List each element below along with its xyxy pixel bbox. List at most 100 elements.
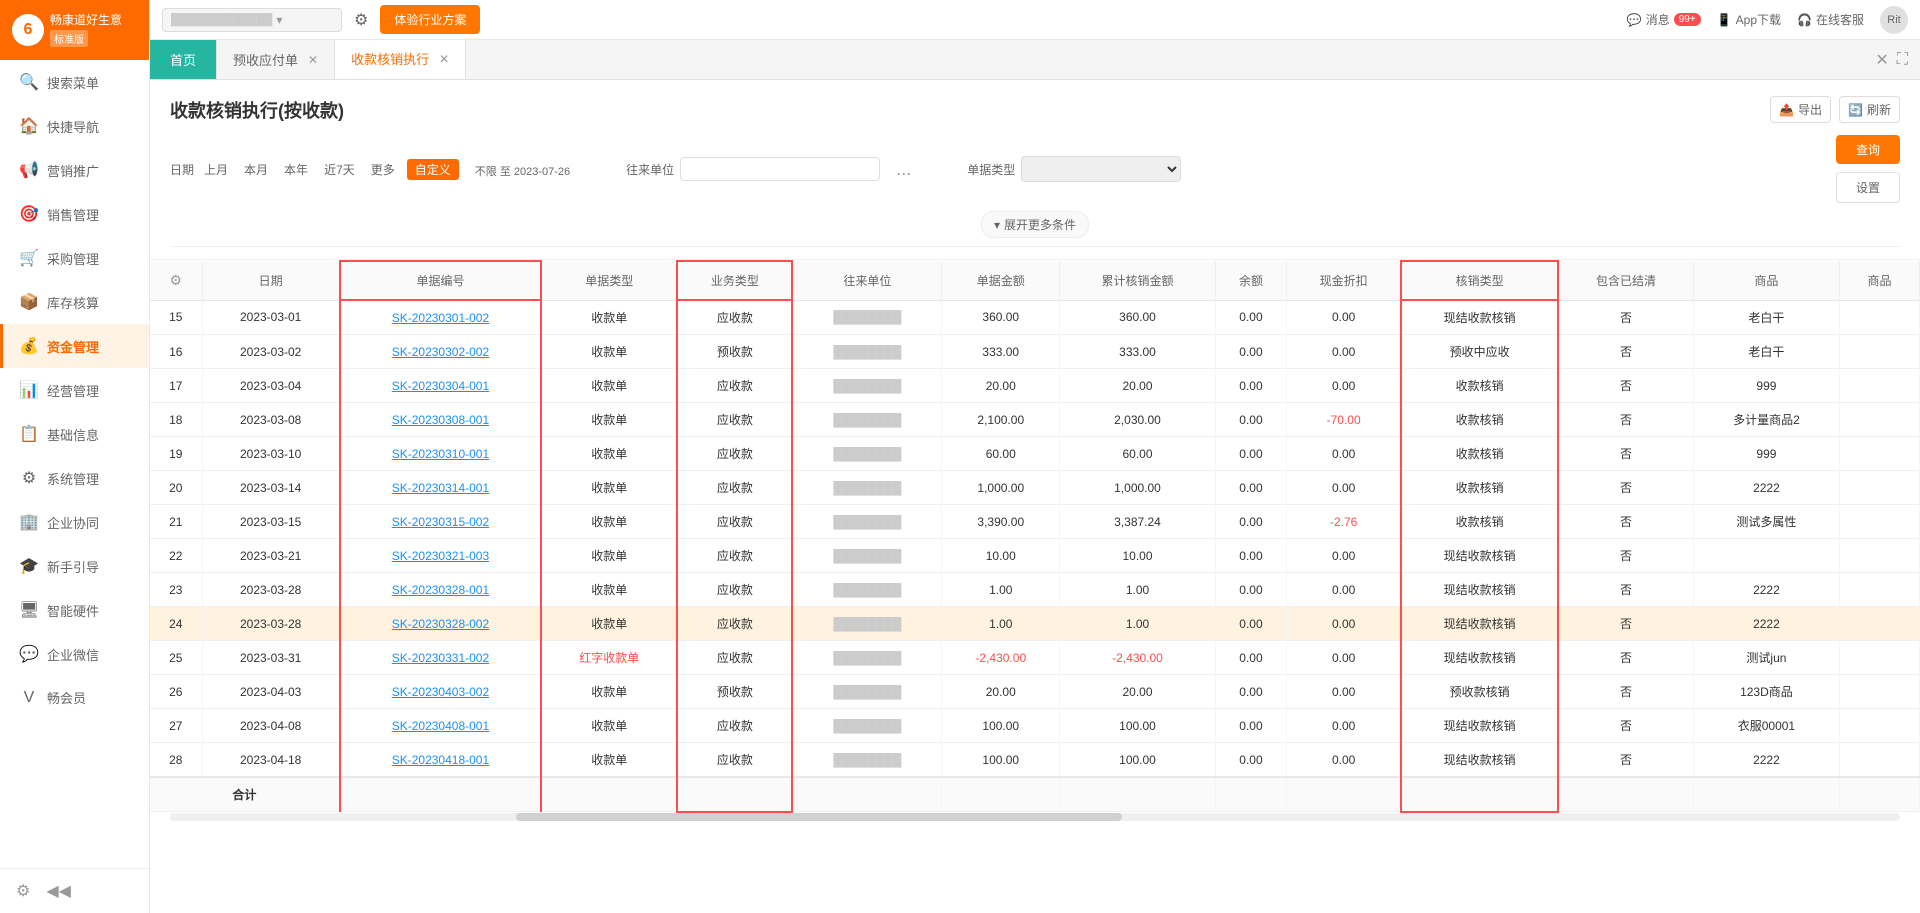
expand-conditions-btn[interactable]: ▾ 展开更多条件 <box>981 211 1089 238</box>
cell-voucher-no[interactable]: SK-20230310-001 <box>340 437 541 471</box>
table-row[interactable]: 26 2023-04-03 SK-20230403-002 收款单 预收款 ██… <box>150 675 1920 709</box>
tab-verify[interactable]: 收款核销执行 ✕ <box>335 40 466 79</box>
online-service-group[interactable]: 🎧 在线客服 <box>1797 11 1864 28</box>
collapse-icon[interactable]: ◀◀ <box>46 881 71 901</box>
cell-voucher-no[interactable]: SK-20230418-001 <box>340 743 541 778</box>
date-this-month[interactable]: 本月 <box>240 159 272 180</box>
table-row[interactable]: 18 2023-03-08 SK-20230308-001 收款单 应收款 ██… <box>150 403 1920 437</box>
cell-voucher-no[interactable]: SK-20230302-002 <box>340 335 541 369</box>
cell-goods: 衣服00001 <box>1693 709 1839 743</box>
table-row[interactable]: 21 2023-03-15 SK-20230315-002 收款单 应收款 ██… <box>150 505 1920 539</box>
logo-icon: 6 <box>12 14 44 46</box>
cell-voucher-no[interactable]: SK-20230408-001 <box>340 709 541 743</box>
sidebar-item-marketing[interactable]: 📢营销推广 <box>0 148 149 192</box>
avatar[interactable]: Rit <box>1880 6 1908 34</box>
sidebar-item-inventory[interactable]: 📦库存核算 <box>0 280 149 324</box>
setting-button[interactable]: 设置 <box>1836 172 1900 203</box>
table-row[interactable]: 22 2023-03-21 SK-20230321-003 收款单 应收款 ██… <box>150 539 1920 573</box>
table-row[interactable]: 27 2023-04-08 SK-20230408-001 收款单 应收款 ██… <box>150 709 1920 743</box>
col-settings[interactable]: ⚙ <box>150 261 202 300</box>
filter-partner-item: 往来单位 <box>626 157 880 181</box>
col-voucher-type: 单据类型 <box>541 261 677 300</box>
col-settings-icon[interactable]: ⚙ <box>170 272 183 288</box>
tab-prepay[interactable]: 预收应付单 ✕ <box>217 40 335 79</box>
tab-home[interactable]: 首页 <box>150 40 217 79</box>
query-button[interactable]: 查询 <box>1836 135 1900 164</box>
cell-cash-discount: 0.00 <box>1287 607 1401 641</box>
cell-balance: 0.00 <box>1215 675 1287 709</box>
sidebar-item-corp[interactable]: 🏢企业协同 <box>0 500 149 544</box>
tab-prepay-close-icon[interactable]: ✕ <box>308 53 318 67</box>
sidebar-item-guide[interactable]: 🎓新手引导 <box>0 544 149 588</box>
date-links: 上月 本月 本年 近7天 更多 自定义 <box>200 159 459 180</box>
tab-verify-close-icon[interactable]: ✕ <box>439 52 449 66</box>
sidebar-item-system[interactable]: ⚙系统管理 <box>0 456 149 500</box>
sidebar-item-finance[interactable]: 💰资金管理 <box>0 324 149 368</box>
cell-biz-type: 应收款 <box>677 743 792 778</box>
filter-bar: 日期 上月 本月 本年 近7天 更多 自定义 不限 至 2023-07-26 <box>150 123 1920 260</box>
table-row[interactable]: 20 2023-03-14 SK-20230314-001 收款单 应收款 ██… <box>150 471 1920 505</box>
refresh-button[interactable]: 🔄 刷新 <box>1839 96 1900 123</box>
expand-tab-icon[interactable]: ⛶ <box>1897 51 1908 69</box>
col-verify-type: 核销类型 <box>1401 261 1558 300</box>
cell-voucher-no[interactable]: SK-20230308-001 <box>340 403 541 437</box>
table-row[interactable]: 25 2023-03-31 SK-20230331-002 红字收款单 应收款 … <box>150 641 1920 675</box>
cell-voucher-no[interactable]: SK-20230328-002 <box>340 607 541 641</box>
cell-goods: 2222 <box>1693 743 1839 778</box>
date-last-month[interactable]: 上月 <box>200 159 232 180</box>
date-more[interactable]: 更多 <box>367 159 399 180</box>
cell-voucher-no[interactable]: SK-20230314-001 <box>340 471 541 505</box>
table-footer-row: 合计 <box>150 777 1920 812</box>
cell-voucher-no[interactable]: SK-20230315-002 <box>340 505 541 539</box>
table-row[interactable]: 23 2023-03-28 SK-20230328-001 收款单 应收款 ██… <box>150 573 1920 607</box>
voucher-type-select[interactable] <box>1021 156 1181 182</box>
sidebar-item-operation[interactable]: 📊经营管理 <box>0 368 149 412</box>
cell-voucher-no[interactable]: SK-20230331-002 <box>340 641 541 675</box>
sidebar-item-member[interactable]: V畅会员 <box>0 676 149 719</box>
sidebar-item-sales[interactable]: 🎯销售管理 <box>0 192 149 236</box>
table-row[interactable]: 15 2023-03-01 SK-20230301-002 收款单 应收款 ██… <box>150 300 1920 335</box>
date-custom-btn[interactable]: 自定义 <box>407 159 459 180</box>
close-tab-icon[interactable]: ✕ <box>1875 50 1888 70</box>
horizontal-scrollbar[interactable] <box>170 813 1900 821</box>
cell-biz-type: 应收款 <box>677 709 792 743</box>
partner-filter-input[interactable] <box>680 157 880 181</box>
sidebar-item-quick[interactable]: 🏠快捷导航 <box>0 104 149 148</box>
sidebar-item-search[interactable]: 🔍搜索菜单 <box>0 60 149 104</box>
cell-voucher-no[interactable]: SK-20230328-001 <box>340 573 541 607</box>
cell-voucher-no[interactable]: SK-20230403-002 <box>340 675 541 709</box>
col-goods2: 商品 <box>1840 261 1920 300</box>
basic-icon: 📋 <box>19 424 39 444</box>
table-row[interactable]: 19 2023-03-10 SK-20230310-001 收款单 应收款 ██… <box>150 437 1920 471</box>
cell-partner: ████████ <box>792 607 941 641</box>
export-button[interactable]: 📤 导出 <box>1770 96 1831 123</box>
sidebar-item-purchase[interactable]: 🛒采购管理 <box>0 236 149 280</box>
cell-date: 2023-04-08 <box>202 709 340 743</box>
app-download-group[interactable]: 📱 App下载 <box>1717 11 1781 28</box>
table-row[interactable]: 24 2023-03-28 SK-20230328-002 收款单 应收款 ██… <box>150 607 1920 641</box>
cell-voucher-type: 收款单 <box>541 471 677 505</box>
messages-group[interactable]: 💬 消息 99+ <box>1627 11 1701 28</box>
cell-voucher-no[interactable]: SK-20230321-003 <box>340 539 541 573</box>
cell-voucher-type: 红字收款单 <box>541 641 677 675</box>
sidebar-item-basic[interactable]: 📋基础信息 <box>0 412 149 456</box>
date-this-year[interactable]: 本年 <box>280 159 312 180</box>
company-selector[interactable]: █████████████ ▾ <box>162 8 342 32</box>
col-verified-amount: 累计核销金额 <box>1060 261 1215 300</box>
industry-button[interactable]: 体验行业方案 <box>380 5 480 34</box>
table-row[interactable]: 16 2023-03-02 SK-20230302-002 收款单 预收款 ██… <box>150 335 1920 369</box>
filter-dots-item[interactable]: ... <box>896 159 911 180</box>
settings-bottom-icon[interactable]: ⚙ <box>16 881 30 901</box>
cell-voucher-no[interactable]: SK-20230301-002 <box>340 300 541 335</box>
date-7days[interactable]: 近7天 <box>320 159 359 180</box>
sidebar-item-hardware[interactable]: 🖥智能硬件 <box>0 588 149 632</box>
cell-voucher-no[interactable]: SK-20230304-001 <box>340 369 541 403</box>
scrollbar-thumb <box>516 813 1122 821</box>
table-row[interactable]: 28 2023-04-18 SK-20230418-001 收款单 应收款 ██… <box>150 743 1920 778</box>
table-row[interactable]: 17 2023-03-04 SK-20230304-001 收款单 应收款 ██… <box>150 369 1920 403</box>
top-settings-icon[interactable]: ⚙ <box>350 6 372 34</box>
page-title: 收款核销执行(按收款) <box>170 97 344 123</box>
cell-date: 2023-03-21 <box>202 539 340 573</box>
sidebar-item-wechat[interactable]: 💬企业微信 <box>0 632 149 676</box>
cell-voucher-type: 收款单 <box>541 607 677 641</box>
